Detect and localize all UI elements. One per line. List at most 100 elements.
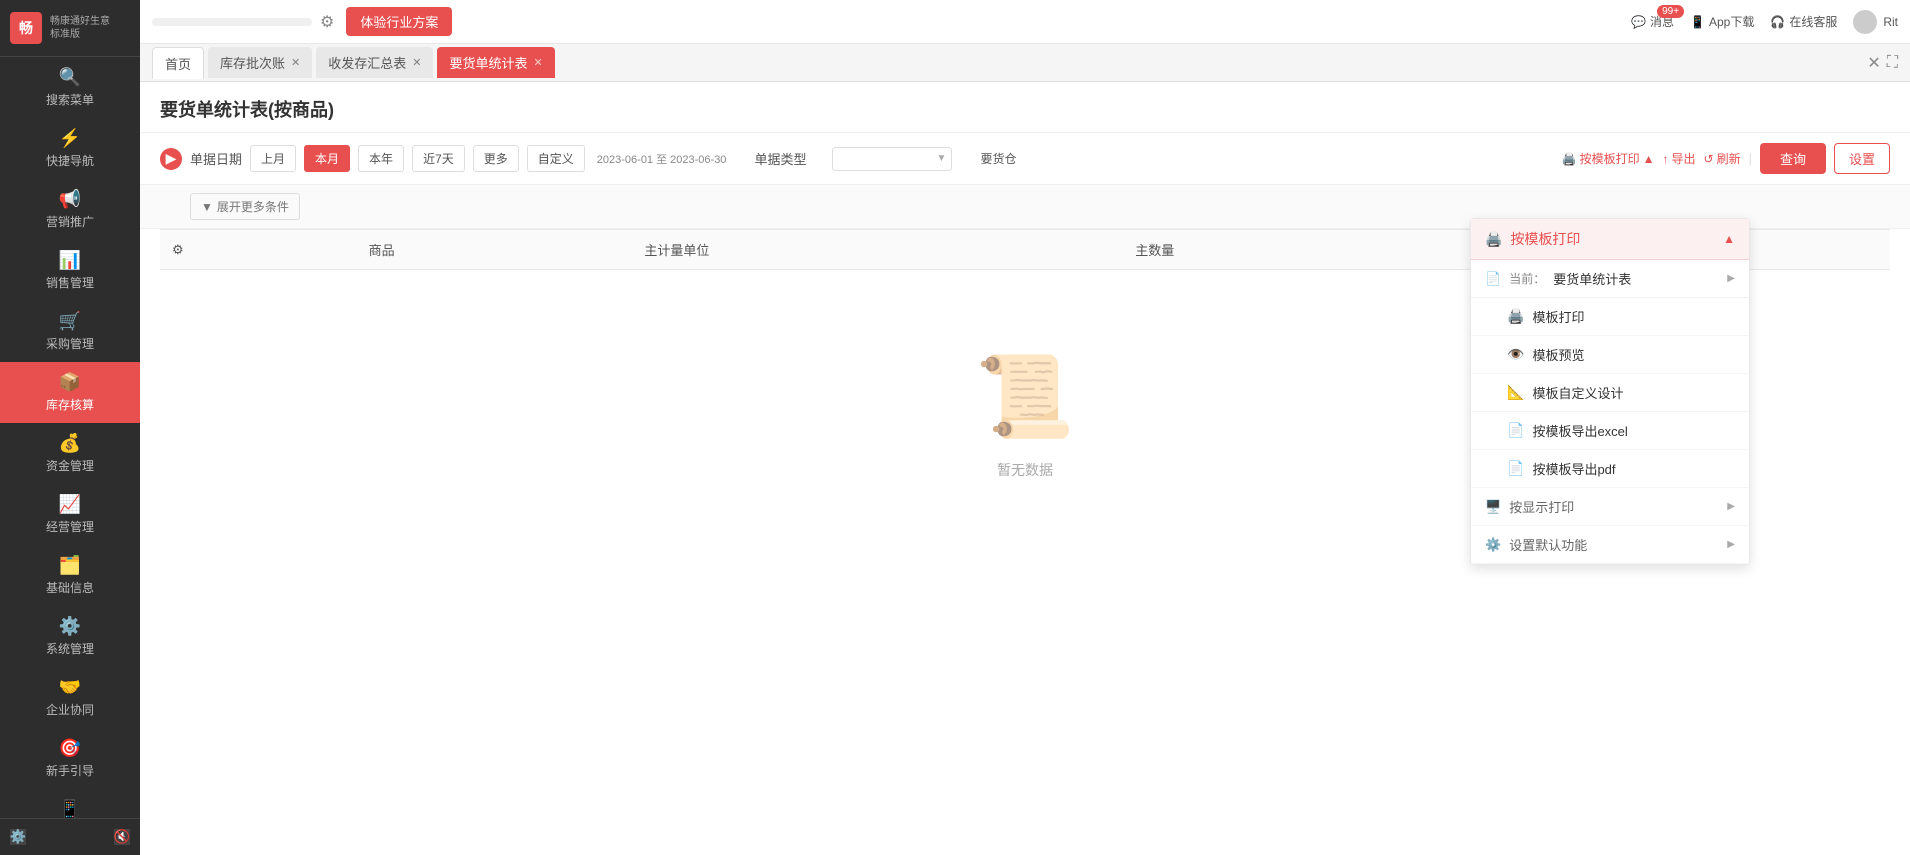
trial-button[interactable]: 体验行业方案 — [346, 7, 452, 36]
topbar-right: 💬 消息 99+ 📱 App下载 🎧 在线客服 Rit — [1631, 10, 1898, 34]
display-print-label: 按显示打印 — [1509, 497, 1574, 516]
toolbar-divider: | — [1749, 151, 1752, 166]
export-btn[interactable]: ↑ 导出 — [1662, 150, 1695, 167]
dropdown-item-left: 📄 按模板导出excel — [1507, 421, 1628, 440]
sidebar-item-finance[interactable]: 💰 资金管理 — [0, 423, 140, 484]
dropdown-display-print[interactable]: 🖥️ 按显示打印 ▶ — [1471, 488, 1749, 526]
type-select-wrapper: 单据类型 ▼ — [754, 147, 952, 171]
sidebar-item-marketing[interactable]: 📢 营销推广 — [0, 179, 140, 240]
page-header: 要货单统计表(按商品) — [140, 82, 1910, 133]
page-title: 要货单统计表(按商品) — [160, 96, 1890, 122]
date-this-year-btn[interactable]: 本年 — [358, 145, 404, 172]
sidebar-item-shortcut[interactable]: ⚡ 快捷导航 — [0, 118, 140, 179]
display-print-icon: 🖥️ — [1485, 499, 1501, 515]
dropdown-item-template-design[interactable]: 📐 模板自定义设计 — [1471, 374, 1749, 412]
dropdown-collapse-icon[interactable]: ▲ — [1723, 232, 1735, 246]
date-custom-btn[interactable]: 自定义 — [527, 145, 585, 172]
empty-illustration: 📜 — [975, 350, 1075, 444]
current-template-row: 📄 当前： 要货单统计表 ▶ — [1471, 260, 1749, 298]
current-label: 当前： — [1509, 270, 1545, 287]
sidebar-item-label: 基础信息 — [46, 579, 94, 596]
tabs-bar: 首页 库存批次账 ✕ 收发存汇总表 ✕ 要货单统计表 ✕ ✕ ⛶ — [140, 44, 1910, 82]
tab-collect-summary-close[interactable]: ✕ — [412, 56, 421, 69]
corp-icon: 🤝 — [59, 677, 81, 698]
dropdown-title: 🖨️ 按模板打印 — [1485, 229, 1580, 249]
app-name: 畅康通好生意 — [50, 15, 110, 28]
system-icon: ⚙️ — [59, 616, 81, 637]
sidebar-item-basic[interactable]: 🗂️ 基础信息 — [0, 545, 140, 606]
dropdown-item-export-pdf[interactable]: 📄 按模板导出pdf — [1471, 450, 1749, 488]
export-pdf-label: 按模板导出pdf — [1532, 459, 1615, 478]
sidebar-item-label: 快捷导航 — [46, 152, 94, 169]
expand-more-btn[interactable]: ▼ 展开更多条件 — [190, 193, 300, 220]
type-filter-select[interactable] — [832, 147, 952, 171]
tab-inventory-batch-label: 库存批次账 — [220, 53, 285, 72]
sidebar-item-label: 搜索菜单 — [46, 91, 94, 108]
expand-left-btn[interactable]: ▶ — [160, 148, 182, 170]
table-header-checkbox[interactable]: ⚙ — [160, 230, 357, 270]
sidebar-item-system[interactable]: ⚙️ 系统管理 — [0, 606, 140, 667]
dropdown-item-export-excel[interactable]: 📄 按模板导出excel — [1471, 412, 1749, 450]
query-btn[interactable]: 查询 — [1760, 143, 1826, 174]
date-last-month-btn[interactable]: 上月 — [250, 145, 296, 172]
export-icon: ↑ — [1662, 152, 1668, 166]
message-badge[interactable]: 💬 消息 99+ — [1631, 13, 1674, 30]
empty-text: 暂无数据 — [997, 460, 1053, 480]
sidebar-item-purchase[interactable]: 🛒 采购管理 — [0, 301, 140, 362]
dropdown-item-template-print[interactable]: 🖨️ 模板打印 — [1471, 298, 1749, 336]
dropdown-item-template-preview[interactable]: 👁️ 模板预览 — [1471, 336, 1749, 374]
refresh-btn[interactable]: ↺ 刷新 — [1704, 150, 1741, 167]
service-icon: 🎧 — [1770, 15, 1785, 29]
sidebar-item-search[interactable]: 🔍 搜索菜单 — [0, 57, 140, 118]
sidebar-item-sales[interactable]: 📊 销售管理 — [0, 240, 140, 301]
tab-order-stats[interactable]: 要货单统计表 ✕ — [437, 47, 554, 78]
export-pdf-icon: 📄 — [1507, 460, 1524, 477]
print-dropdown-btn[interactable]: 🖨️ 按模板打印 ▲ — [1562, 150, 1655, 167]
dropdown-set-default[interactable]: ⚙️ 设置默认功能 ▶ — [1471, 526, 1749, 564]
sidebar-item-newbie[interactable]: 🎯 新手引导 — [0, 728, 140, 789]
date-more-btn[interactable]: 更多 — [473, 145, 519, 172]
date-7days-btn[interactable]: 近7天 — [412, 145, 465, 172]
current-doc-icon: 📄 — [1485, 271, 1501, 287]
tab-inventory-batch[interactable]: 库存批次账 ✕ — [208, 47, 312, 78]
sidebar-item-label: 销售管理 — [46, 274, 94, 291]
dropdown-item-left: 📄 按模板导出pdf — [1507, 459, 1616, 478]
sidebar-item-corp[interactable]: 🤝 企业协同 — [0, 667, 140, 728]
table-header-product: 商品 — [357, 230, 633, 270]
date-this-month-btn[interactable]: 本月 — [304, 145, 350, 172]
sidebar: 畅 畅康通好生意 标准版 🔍 搜索菜单 ⚡ 快捷导航 📢 营销推广 📊 销售管理… — [0, 0, 140, 855]
sidebar-item-operation[interactable]: 📈 经营管理 — [0, 484, 140, 545]
set-default-left: ⚙️ 设置默认功能 — [1485, 535, 1587, 554]
tab-collect-summary[interactable]: 收发存汇总表 ✕ — [316, 47, 433, 78]
tab-order-stats-close[interactable]: ✕ — [534, 56, 543, 69]
settings-btn[interactable]: 设置 — [1834, 143, 1890, 174]
logo-text: 畅康通好生意 标准版 — [50, 15, 110, 41]
sidebar-logo: 畅 畅康通好生意 标准版 — [0, 0, 140, 57]
app-download-label: App下载 — [1709, 13, 1754, 30]
sidebar-item-label: 营销推广 — [46, 213, 94, 230]
user-menu[interactable]: Rit — [1853, 10, 1898, 34]
sidebar-nav: ⚡ 快捷导航 📢 营销推广 📊 销售管理 🛒 采购管理 📦 库存核算 💰 资金管… — [0, 118, 140, 818]
operation-icon: 📈 — [59, 494, 81, 515]
app-version: 标准版 — [50, 28, 110, 41]
tab-inventory-batch-close[interactable]: ✕ — [291, 56, 300, 69]
sidebar-settings-btn[interactable]: ⚙️ — [10, 829, 26, 845]
online-service-badge[interactable]: 🎧 在线客服 — [1770, 13, 1837, 30]
display-print-arrow: ▶ — [1727, 501, 1735, 512]
refresh-label: 刷新 — [1717, 150, 1741, 167]
tab-close-all-btn[interactable]: ✕ — [1867, 53, 1880, 73]
sidebar-item-inventory[interactable]: 📦 库存核算 — [0, 362, 140, 423]
sidebar-item-label: 系统管理 — [46, 640, 94, 657]
table-header-quantity: 主数量 — [1123, 230, 1470, 270]
dropdown-print-icon: 🖨️ — [1485, 231, 1502, 248]
tab-home[interactable]: 首页 — [152, 47, 204, 79]
template-print-label: 模板打印 — [1532, 307, 1584, 326]
sidebar-item-app[interactable]: 📱 应用中心 — [0, 789, 140, 818]
topbar-gear-icon[interactable]: ⚙ — [320, 12, 334, 32]
tab-maximize-btn[interactable]: ⛶ — [1887, 54, 1898, 72]
sidebar-bottom: ⚙️ 🔇 — [0, 818, 140, 855]
search-icon: 🔍 — [59, 67, 81, 88]
sidebar-mute-btn[interactable]: 🔇 — [114, 829, 130, 845]
app-download-badge[interactable]: 📱 App下载 — [1690, 13, 1754, 30]
dropdown-title-label: 按模板打印 — [1510, 229, 1580, 249]
